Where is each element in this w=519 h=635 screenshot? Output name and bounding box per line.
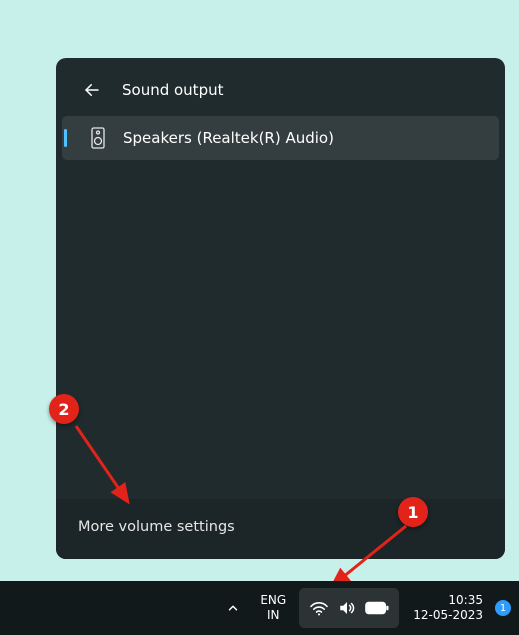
flyout-body — [56, 160, 505, 499]
chevron-up-icon — [226, 601, 240, 615]
sound-output-flyout: Sound output Speakers (Realtek(R) Audio)… — [56, 58, 505, 559]
device-list: Speakers (Realtek(R) Audio) — [56, 116, 505, 160]
speaker-device-icon — [87, 127, 109, 149]
battery-icon — [365, 601, 389, 615]
volume-icon — [337, 599, 357, 617]
language-indicator[interactable]: ENG IN — [253, 593, 293, 623]
taskbar: ENG IN 10:35 12-05-2023 1 — [0, 581, 519, 635]
lang-top: ENG — [253, 593, 293, 608]
footer-label: More volume settings — [78, 519, 235, 535]
flyout-title: Sound output — [122, 81, 223, 99]
device-item-speakers[interactable]: Speakers (Realtek(R) Audio) — [62, 116, 499, 160]
annotation-badge-1: 1 — [398, 497, 428, 527]
flyout-header: Sound output — [56, 58, 505, 116]
wifi-icon — [309, 600, 329, 616]
time-text: 10:35 — [413, 593, 483, 608]
arrow-left-icon — [83, 81, 101, 99]
selected-indicator — [64, 129, 67, 147]
annotation-badge-2: 2 — [49, 394, 79, 424]
clock[interactable]: 10:35 12-05-2023 — [413, 593, 483, 623]
lang-bottom: IN — [253, 608, 293, 623]
tray-overflow-button[interactable] — [219, 590, 247, 626]
back-button[interactable] — [80, 78, 104, 102]
notification-badge[interactable]: 1 — [495, 600, 511, 616]
date-text: 12-05-2023 — [413, 608, 483, 623]
device-label: Speakers (Realtek(R) Audio) — [123, 129, 334, 147]
system-tray[interactable] — [299, 588, 399, 628]
more-volume-settings[interactable]: More volume settings — [56, 499, 505, 559]
